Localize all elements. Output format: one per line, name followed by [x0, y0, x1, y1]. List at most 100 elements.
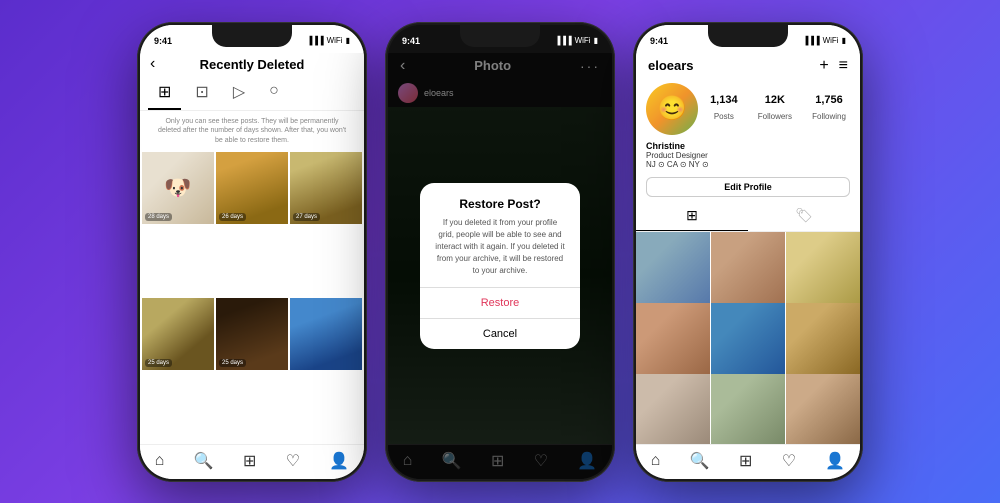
stat-posts-label: Posts	[714, 112, 734, 121]
phone-2: 9:41 ▐▐▐ WiFi ▮ ‹ Photo ··· eloears	[385, 22, 615, 482]
battery-icon-2: ▮	[594, 36, 598, 45]
stat-posts: 1,134 Posts	[710, 94, 738, 124]
photo-cell-5[interactable]: 25 days	[216, 298, 288, 370]
notch-1	[212, 25, 292, 47]
profile-tab-tagged[interactable]: 🏷	[748, 201, 860, 231]
nav-bar-1: ‹ Recently Deleted	[140, 53, 364, 76]
wifi-icon-2: WiFi	[575, 36, 591, 45]
profile-tabs: ⊞ 🏷	[636, 201, 860, 232]
bio-name: Christine	[646, 141, 850, 151]
stat-followers-num: 12K	[758, 94, 792, 106]
search-icon-1[interactable]: 🔍	[194, 451, 214, 471]
status-icons-2: ▐▐▐ WiFi ▮	[555, 36, 598, 45]
days-badge-5: 25 days	[219, 359, 246, 367]
profile-cell-6[interactable]	[786, 303, 860, 377]
profile-stats: 1,134 Posts 12K Followers 1,756 Followin…	[706, 94, 850, 124]
battery-icon-3: ▮	[842, 36, 846, 45]
signal-icon-3: ▐▐▐	[803, 36, 820, 45]
profile-cell-9[interactable]	[786, 374, 860, 444]
photo-cell-4[interactable]: 25 days	[142, 298, 214, 370]
profile-header-icons: + ≡	[819, 57, 848, 75]
restore-button[interactable]: Restore	[420, 288, 580, 319]
phone-3: 9:41 ▐▐▐ WiFi ▮ eloears + ≡ 😊 1,134	[633, 22, 863, 482]
deleted-info-text: Only you can see these posts. They will …	[140, 111, 364, 150]
days-badge-2: 26 days	[219, 213, 246, 221]
filter-tab-stories[interactable]: ○	[259, 76, 289, 110]
status-bar-2: 9:41 ▐▐▐ WiFi ▮	[388, 25, 612, 53]
status-time-1: 9:41	[154, 36, 172, 46]
filter-tab-all[interactable]: ⊞	[148, 76, 181, 110]
status-bar-1: 9:41 ▐▐▐ WiFi ▮	[140, 25, 364, 53]
profile-info-row: 😊 1,134 Posts 12K Followers 1,756 Follow…	[636, 79, 860, 139]
filter-tab-reels[interactable]: ▷	[223, 76, 255, 110]
status-time-3: 9:41	[650, 36, 668, 46]
menu-icon[interactable]: ≡	[839, 57, 848, 75]
shop-icon-3[interactable]: ♡	[782, 451, 796, 471]
back-button-1[interactable]: ‹	[150, 55, 155, 73]
photo-cell-2[interactable]: 26 days	[216, 152, 288, 224]
filter-tab-posts[interactable]: ⊡	[185, 76, 218, 110]
wifi-icon: WiFi	[327, 36, 343, 45]
home-icon-3[interactable]: ⌂	[651, 452, 661, 470]
grid-icon-1[interactable]: ⊞	[243, 451, 256, 471]
bio-location: NJ ⊙ CA ⊙ NY ⊙	[646, 160, 850, 169]
phone2-content: ‹ Photo ··· eloears Restore Post? If you…	[388, 53, 612, 479]
profile-cell-2[interactable]	[711, 232, 785, 306]
profile-username: eloears	[648, 58, 694, 73]
cancel-button[interactable]: Cancel	[420, 319, 580, 349]
modal-title: Restore Post?	[434, 197, 566, 211]
stat-following-num: 1,756	[812, 94, 846, 106]
phone-1: 9:41 ▐▐▐ WiFi ▮ ‹ Recently Deleted ⊞ ⊡ ▷…	[137, 22, 367, 482]
phone1-content: ‹ Recently Deleted ⊞ ⊡ ▷ ○ Only you can …	[140, 53, 364, 479]
profile-cell-5[interactable]	[711, 303, 785, 377]
stat-following-label: Following	[812, 112, 846, 121]
profile-cell-8[interactable]	[711, 374, 785, 444]
modal-overlay: Restore Post? If you deleted it from you…	[388, 53, 612, 479]
profile-bio: Christine Product Designer NJ ⊙ CA ⊙ NY …	[636, 139, 860, 173]
status-time-2: 9:41	[402, 36, 420, 46]
photo-cell-3[interactable]: 27 days	[290, 152, 362, 224]
stat-following: 1,756 Following	[812, 94, 846, 124]
status-icons-1: ▐▐▐ WiFi ▮	[307, 36, 350, 45]
bio-job: Product Designer	[646, 151, 850, 160]
status-bar-3: 9:41 ▐▐▐ WiFi ▮	[636, 25, 860, 53]
profile-header: eloears + ≡	[636, 53, 860, 79]
search-icon-3[interactable]: 🔍	[690, 451, 710, 471]
stat-followers-label: Followers	[758, 112, 792, 121]
shop-icon-1[interactable]: ♡	[286, 451, 300, 471]
photo-cell-6[interactable]	[290, 298, 362, 370]
signal-icon: ▐▐▐	[307, 36, 324, 45]
profile-cell-4[interactable]	[636, 303, 710, 377]
phone3-content: eloears + ≡ 😊 1,134 Posts 12K Followers	[636, 53, 860, 479]
filter-tabs: ⊞ ⊡ ▷ ○	[140, 76, 364, 111]
profile-avatar: 😊	[646, 83, 698, 135]
profile-cell-1[interactable]	[636, 232, 710, 306]
days-badge-1: 28 days	[145, 213, 172, 221]
profile-icon-1[interactable]: 👤	[329, 451, 349, 471]
modal-body-text: If you deleted it from your profile grid…	[434, 217, 566, 277]
home-icon-1[interactable]: ⌂	[155, 452, 165, 470]
days-badge-3: 27 days	[293, 213, 320, 221]
page-title-1: Recently Deleted	[200, 57, 305, 72]
restore-modal: Restore Post? If you deleted it from you…	[420, 183, 580, 349]
modal-body: Restore Post? If you deleted it from you…	[420, 183, 580, 287]
profile-grid	[636, 232, 860, 444]
wifi-icon-3: WiFi	[823, 36, 839, 45]
edit-profile-button[interactable]: Edit Profile	[646, 177, 850, 197]
profile-cell-7[interactable]	[636, 374, 710, 444]
battery-icon: ▮	[346, 36, 350, 45]
days-badge-4: 25 days	[145, 359, 172, 367]
add-icon[interactable]: +	[819, 57, 828, 75]
stat-followers: 12K Followers	[758, 94, 792, 124]
stat-posts-num: 1,134	[710, 94, 738, 106]
grid-icon-3[interactable]: ⊞	[739, 451, 752, 471]
notch-3	[708, 25, 788, 47]
profile-tab-grid[interactable]: ⊞	[636, 201, 748, 231]
bottom-nav-3: ⌂ 🔍 ⊞ ♡ 👤	[636, 444, 860, 479]
photo-cell-1[interactable]: 🐶 28 days	[142, 152, 214, 224]
profile-cell-3[interactable]	[786, 232, 860, 306]
profile-icon-3[interactable]: 👤	[825, 451, 845, 471]
modal-actions: Restore Cancel	[420, 287, 580, 349]
status-icons-3: ▐▐▐ WiFi ▮	[803, 36, 846, 45]
signal-icon-2: ▐▐▐	[555, 36, 572, 45]
